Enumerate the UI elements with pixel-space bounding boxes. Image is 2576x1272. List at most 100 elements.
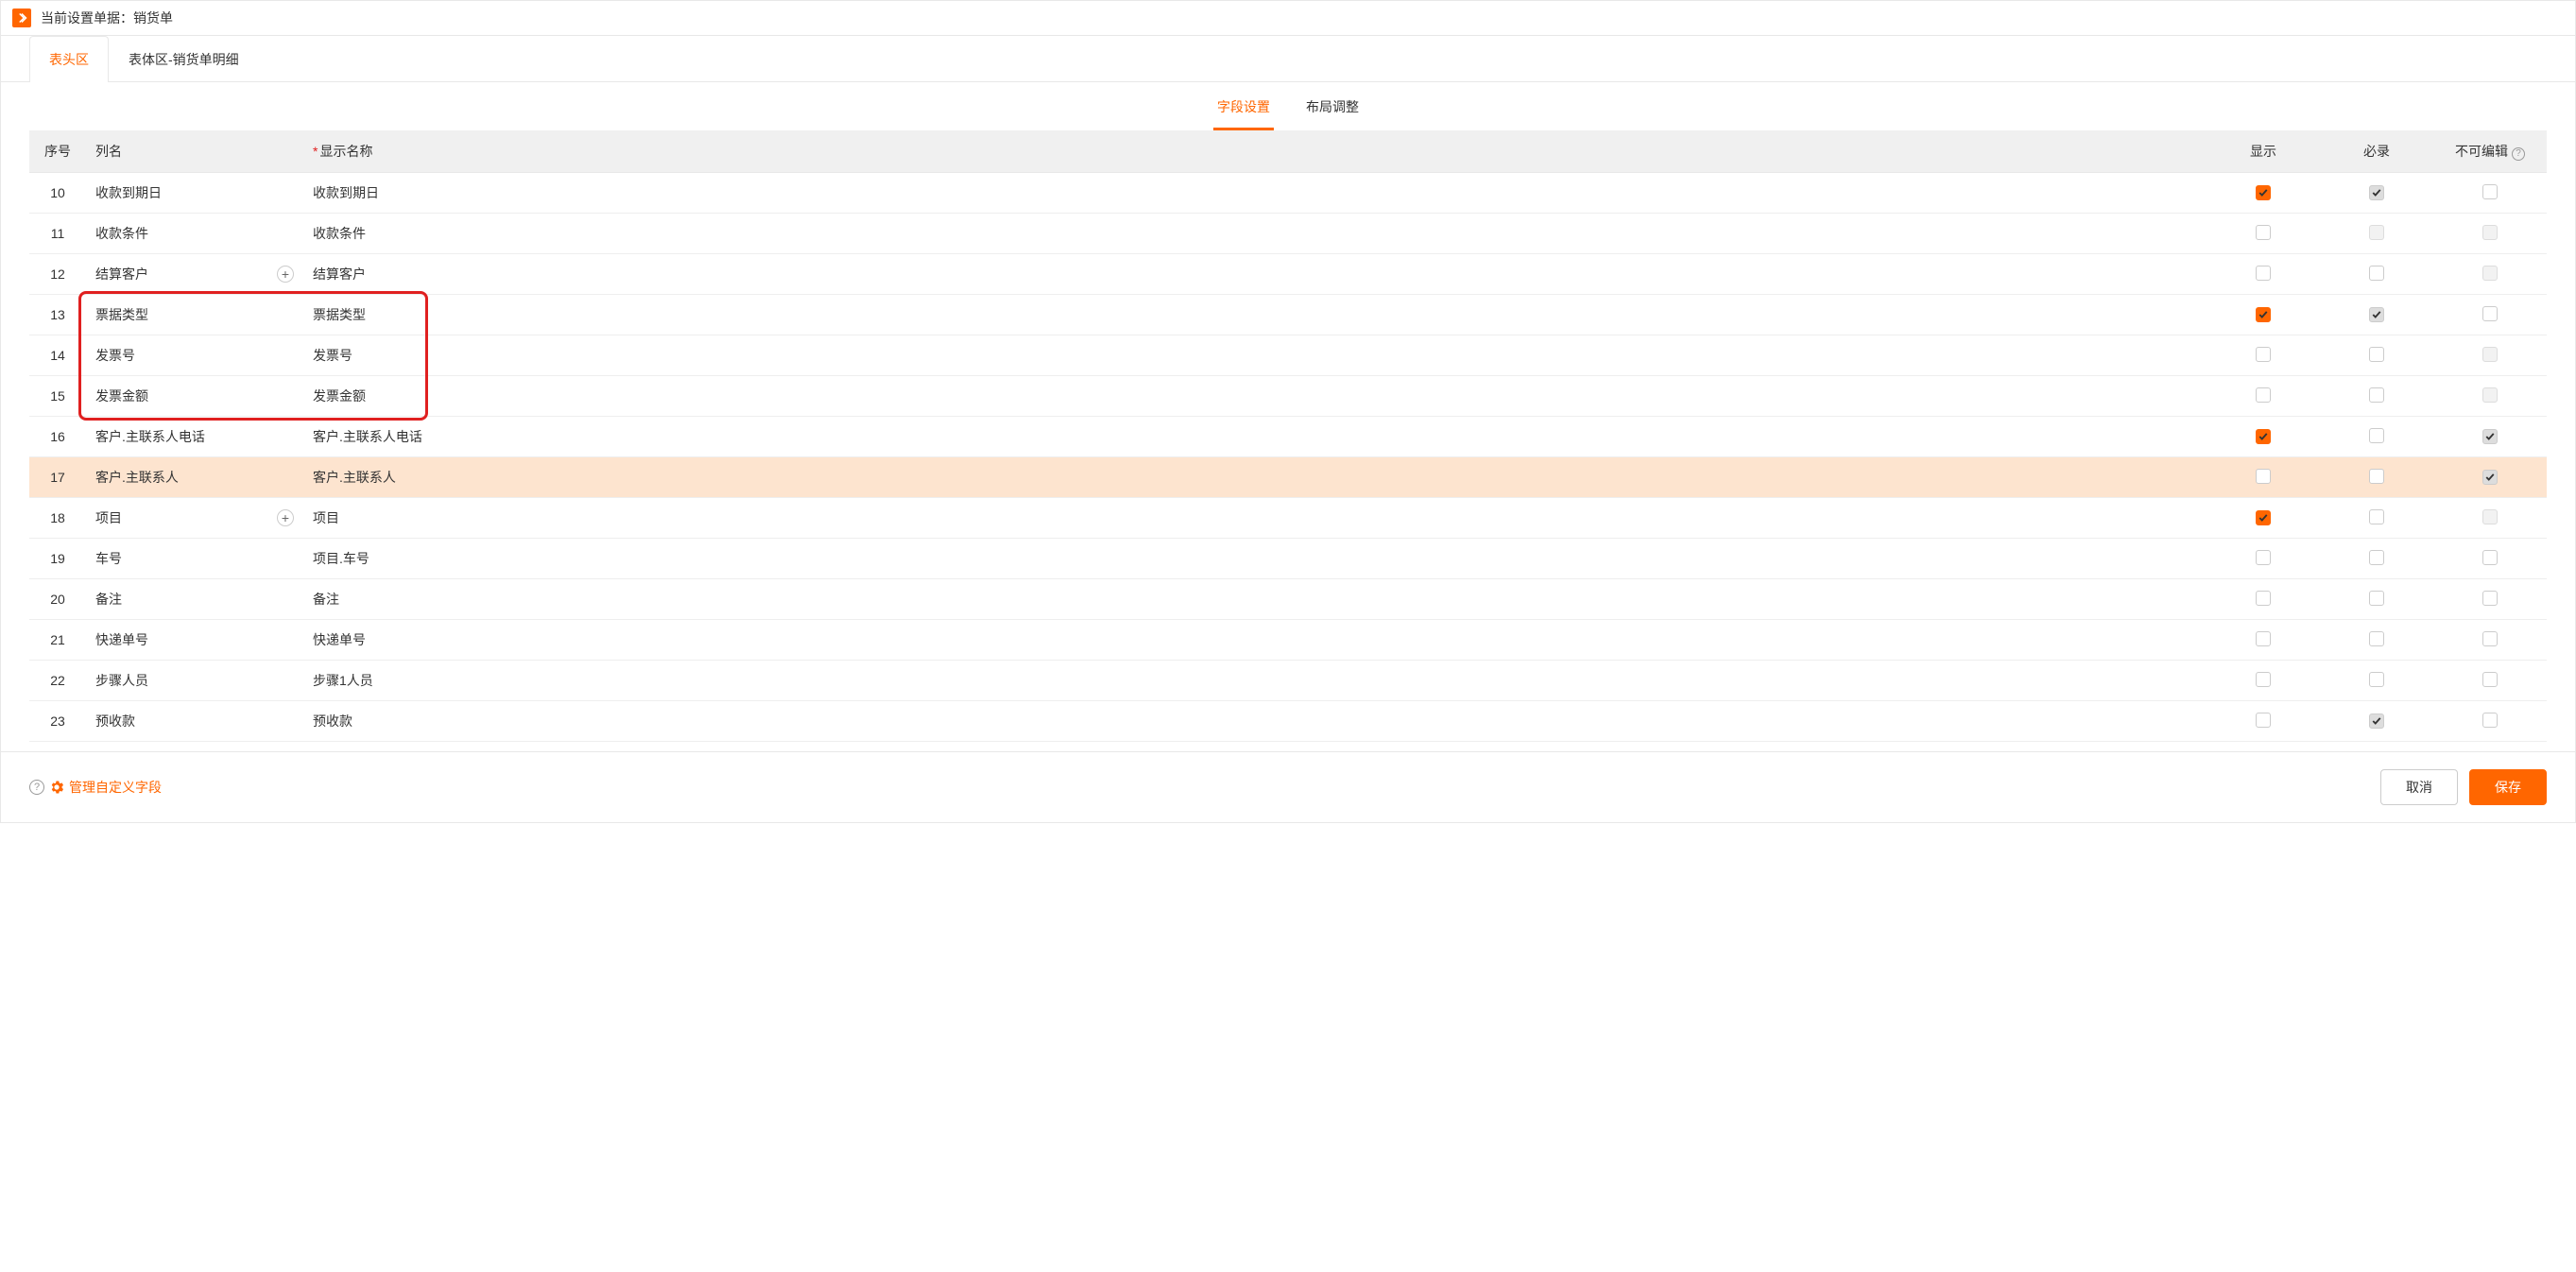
readonly-checkbox[interactable] — [2482, 672, 2498, 687]
required-checkbox[interactable] — [2369, 469, 2384, 484]
display-name-input[interactable] — [313, 185, 2197, 200]
row-seq: 12 — [29, 254, 86, 295]
table-row[interactable]: 17客户.主联系人 — [29, 457, 2547, 498]
row-column-name: 备注 — [86, 579, 303, 620]
table-row[interactable]: 22步骤人员 — [29, 661, 2547, 701]
show-checkbox[interactable] — [2256, 387, 2271, 403]
show-checkbox[interactable] — [2256, 266, 2271, 281]
table-row[interactable]: 20备注 — [29, 579, 2547, 620]
gear-icon — [50, 781, 63, 794]
row-display-name-cell — [303, 335, 2207, 376]
required-checkbox[interactable] — [2369, 672, 2384, 687]
display-name-input[interactable] — [313, 632, 2197, 647]
row-display-name-cell — [303, 539, 2207, 579]
row-seq: 19 — [29, 539, 86, 579]
row-display-name-cell — [303, 295, 2207, 335]
display-name-input[interactable] — [313, 348, 2197, 363]
display-name-input[interactable] — [313, 470, 2197, 485]
required-star-icon: * — [313, 144, 318, 159]
table-row[interactable]: 21快递单号 — [29, 620, 2547, 661]
table-row[interactable]: 16客户.主联系人电话 — [29, 417, 2547, 457]
row-seq: 23 — [29, 701, 86, 742]
row-display-name-cell — [303, 620, 2207, 661]
manage-custom-fields-link[interactable]: 管理自定义字段 — [69, 778, 162, 797]
display-name-input[interactable] — [313, 266, 2197, 282]
row-seq: 10 — [29, 173, 86, 214]
required-checkbox[interactable] — [2369, 387, 2384, 403]
row-display-name-cell — [303, 376, 2207, 417]
header-title-value: 销货单 — [133, 9, 173, 27]
cancel-button[interactable]: 取消 — [2380, 769, 2458, 805]
table-row[interactable]: 18项目+ — [29, 498, 2547, 539]
sub-tab-1[interactable]: 布局调整 — [1302, 97, 1363, 130]
show-checkbox[interactable] — [2256, 469, 2271, 484]
row-display-name-cell — [303, 661, 2207, 701]
readonly-checkbox — [2482, 387, 2498, 403]
required-checkbox[interactable] — [2369, 591, 2384, 606]
required-checkbox[interactable] — [2369, 631, 2384, 646]
show-checkbox[interactable] — [2256, 591, 2271, 606]
show-checkbox[interactable] — [2256, 550, 2271, 565]
main-tab-0[interactable]: 表头区 — [29, 36, 109, 82]
table-row[interactable]: 14发票号 — [29, 335, 2547, 376]
table-row[interactable]: 19车号 — [29, 539, 2547, 579]
plus-icon[interactable]: + — [277, 266, 294, 283]
display-name-input[interactable] — [313, 307, 2197, 322]
display-name-input[interactable] — [313, 713, 2197, 729]
row-column-name: 客户.主联系人电话 — [86, 417, 303, 457]
footer: ? 管理自定义字段 取消 保存 — [1, 751, 2575, 822]
table-row[interactable]: 10收款到期日 — [29, 173, 2547, 214]
main-tab-1[interactable]: 表体区-销货单明细 — [109, 36, 259, 82]
show-checkbox[interactable] — [2256, 307, 2271, 322]
readonly-checkbox[interactable] — [2482, 184, 2498, 199]
show-checkbox[interactable] — [2256, 510, 2271, 525]
table-row[interactable]: 11收款条件 — [29, 214, 2547, 254]
readonly-checkbox — [2482, 266, 2498, 281]
required-checkbox — [2369, 713, 2384, 729]
display-name-input[interactable] — [313, 388, 2197, 404]
table-row[interactable]: 13票据类型 — [29, 295, 2547, 335]
show-checkbox[interactable] — [2256, 185, 2271, 200]
readonly-checkbox — [2482, 225, 2498, 240]
required-checkbox — [2369, 307, 2384, 322]
show-checkbox[interactable] — [2256, 631, 2271, 646]
row-display-name-cell — [303, 457, 2207, 498]
help-icon[interactable]: ? — [2512, 147, 2525, 161]
required-checkbox[interactable] — [2369, 428, 2384, 443]
display-name-input[interactable] — [313, 592, 2197, 607]
display-name-input[interactable] — [313, 673, 2197, 688]
show-checkbox[interactable] — [2256, 713, 2271, 728]
table-row[interactable]: 12结算客户+ — [29, 254, 2547, 295]
table-row[interactable]: 23预收款 — [29, 701, 2547, 742]
show-checkbox[interactable] — [2256, 347, 2271, 362]
required-checkbox[interactable] — [2369, 347, 2384, 362]
row-column-name: 快递单号 — [86, 620, 303, 661]
row-display-name-cell — [303, 498, 2207, 539]
sub-tab-0[interactable]: 字段设置 — [1213, 97, 1274, 130]
display-name-input[interactable] — [313, 429, 2197, 444]
show-checkbox[interactable] — [2256, 429, 2271, 444]
readonly-checkbox[interactable] — [2482, 713, 2498, 728]
readonly-checkbox[interactable] — [2482, 306, 2498, 321]
required-checkbox[interactable] — [2369, 266, 2384, 281]
save-button[interactable]: 保存 — [2469, 769, 2547, 805]
row-seq: 16 — [29, 417, 86, 457]
display-name-input[interactable] — [313, 551, 2197, 566]
display-name-input[interactable] — [313, 510, 2197, 525]
display-name-input[interactable] — [313, 226, 2197, 241]
readonly-checkbox[interactable] — [2482, 550, 2498, 565]
required-checkbox[interactable] — [2369, 550, 2384, 565]
question-icon[interactable]: ? — [29, 780, 44, 795]
header-bar: 当前设置单据： 销货单 — [1, 1, 2575, 36]
required-checkbox[interactable] — [2369, 509, 2384, 524]
readonly-checkbox[interactable] — [2482, 591, 2498, 606]
show-checkbox[interactable] — [2256, 672, 2271, 687]
show-checkbox[interactable] — [2256, 225, 2271, 240]
row-display-name-cell — [303, 254, 2207, 295]
plus-icon[interactable]: + — [277, 509, 294, 526]
table-row[interactable]: 15发票金额 — [29, 376, 2547, 417]
row-seq: 11 — [29, 214, 86, 254]
readonly-checkbox — [2482, 470, 2498, 485]
collapse-toggle-icon[interactable] — [12, 9, 31, 27]
readonly-checkbox[interactable] — [2482, 631, 2498, 646]
